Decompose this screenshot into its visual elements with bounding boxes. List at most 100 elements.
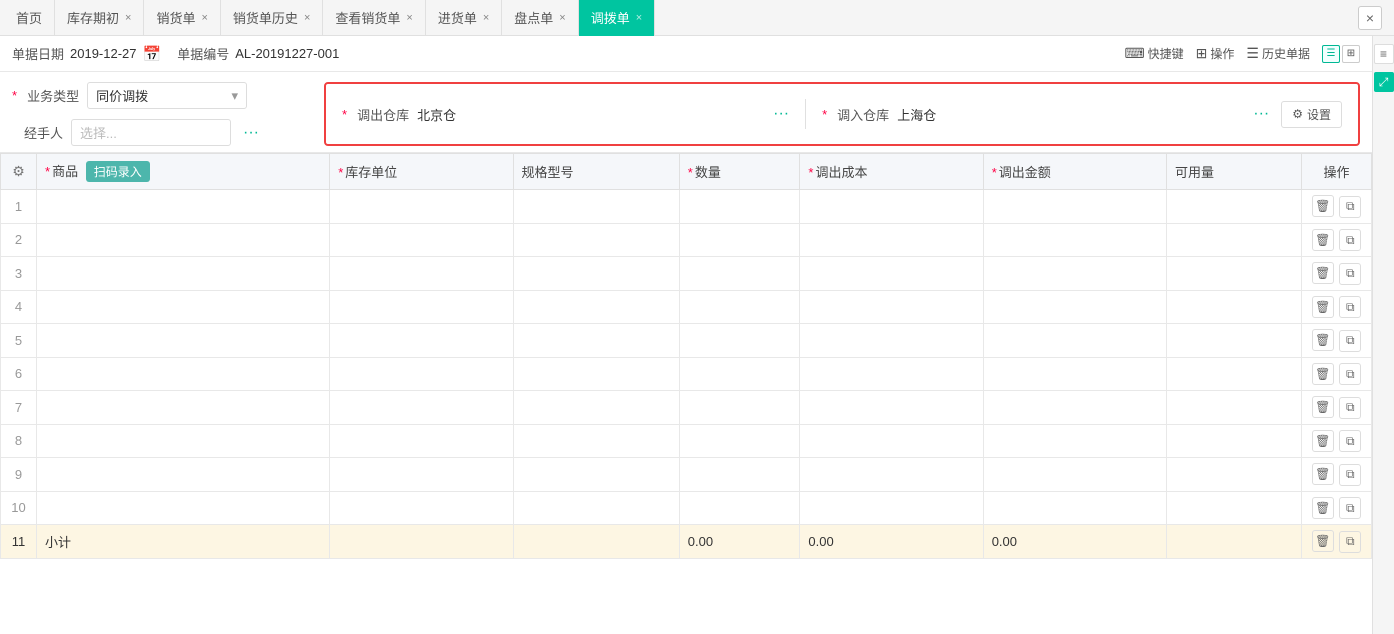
unit-cell[interactable] — [330, 324, 513, 358]
unit-cell[interactable] — [330, 223, 513, 257]
product-cell[interactable] — [37, 223, 330, 257]
spec-cell[interactable] — [513, 223, 679, 257]
quantity-cell[interactable] — [679, 190, 800, 224]
product-cell[interactable] — [37, 357, 330, 391]
cost-cell[interactable] — [800, 324, 983, 358]
tab-sales-history[interactable]: 销货单历史 × — [221, 0, 323, 36]
sidebar-list-icon[interactable]: ≡ — [1374, 44, 1394, 64]
cost-cell[interactable] — [800, 424, 983, 458]
business-type-select[interactable]: 同价调拨 ▾ — [87, 82, 247, 109]
cost-cell[interactable] — [800, 223, 983, 257]
cost-cell[interactable] — [800, 458, 983, 492]
delete-icon[interactable]: 🗑 — [1312, 262, 1334, 284]
amount-cell[interactable] — [983, 357, 1166, 391]
tab-stock-count[interactable]: 盘点单 × — [502, 0, 578, 36]
tab-sales-order-close[interactable]: × — [201, 12, 207, 24]
shortcut-button[interactable]: ⌨ 快捷键 — [1124, 45, 1183, 62]
tab-sales-history-close[interactable]: × — [304, 12, 310, 24]
product-cell[interactable] — [37, 257, 330, 291]
cost-cell[interactable] — [800, 391, 983, 425]
product-cell[interactable] — [37, 290, 330, 324]
unit-cell[interactable] — [330, 458, 513, 492]
copy-icon[interactable]: ⧉ — [1339, 296, 1361, 318]
unit-cell[interactable] — [330, 357, 513, 391]
copy-icon[interactable]: ⧉ — [1339, 397, 1361, 419]
delete-icon[interactable]: 🗑 — [1312, 463, 1334, 485]
amount-cell[interactable] — [983, 491, 1166, 525]
delete-icon[interactable]: 🗑 — [1312, 530, 1334, 552]
spec-cell[interactable] — [513, 391, 679, 425]
spec-cell[interactable] — [513, 357, 679, 391]
cost-cell[interactable] — [800, 357, 983, 391]
product-cell[interactable] — [37, 391, 330, 425]
handler-more-icon[interactable]: ··· — [243, 124, 259, 142]
copy-icon[interactable]: ⧉ — [1339, 263, 1361, 285]
tab-inventory-init-close[interactable]: × — [125, 12, 131, 24]
quantity-cell[interactable] — [679, 223, 800, 257]
sidebar-expand-icon[interactable]: ⤢ — [1374, 72, 1394, 92]
tab-sales-order[interactable]: 销货单 × — [144, 0, 220, 36]
amount-cell[interactable] — [983, 223, 1166, 257]
amount-cell[interactable] — [983, 257, 1166, 291]
tab-stock-count-close[interactable]: × — [559, 12, 565, 24]
spec-cell[interactable] — [513, 190, 679, 224]
setting-button[interactable]: ⚙ 设置 — [1281, 101, 1342, 128]
product-cell[interactable] — [37, 190, 330, 224]
quantity-cell[interactable] — [679, 324, 800, 358]
copy-icon[interactable]: ⧉ — [1339, 464, 1361, 486]
product-cell[interactable] — [37, 424, 330, 458]
copy-icon[interactable]: ⧉ — [1339, 531, 1361, 553]
amount-cell[interactable] — [983, 190, 1166, 224]
tab-view-sales-close[interactable]: × — [406, 12, 412, 24]
cost-cell[interactable] — [800, 190, 983, 224]
operation-button[interactable]: ⊞ 操作 — [1196, 45, 1235, 62]
spec-cell[interactable] — [513, 424, 679, 458]
tab-home[interactable]: 首页 — [4, 0, 55, 36]
amount-cell[interactable] — [983, 458, 1166, 492]
table-gear-icon[interactable]: ⚙ — [12, 163, 25, 179]
delete-icon[interactable]: 🗑 — [1312, 396, 1334, 418]
tab-transfer[interactable]: 调拨单 × — [579, 0, 655, 36]
quantity-cell[interactable] — [679, 257, 800, 291]
unit-cell[interactable] — [330, 190, 513, 224]
copy-icon[interactable]: ⧉ — [1339, 363, 1361, 385]
copy-icon[interactable]: ⧉ — [1339, 330, 1361, 352]
unit-cell[interactable] — [330, 491, 513, 525]
spec-cell[interactable] — [513, 257, 679, 291]
layout-list-button[interactable]: ☰ — [1322, 45, 1340, 63]
scan-button[interactable]: 扫码录入 — [86, 161, 150, 182]
spec-cell[interactable] — [513, 290, 679, 324]
quantity-cell[interactable] — [679, 391, 800, 425]
quantity-cell[interactable] — [679, 491, 800, 525]
amount-cell[interactable] — [983, 324, 1166, 358]
quantity-cell[interactable] — [679, 290, 800, 324]
delete-icon[interactable]: 🗑 — [1312, 363, 1334, 385]
copy-icon[interactable]: ⧉ — [1339, 196, 1361, 218]
amount-cell[interactable] — [983, 290, 1166, 324]
delete-icon[interactable]: 🗑 — [1312, 329, 1334, 351]
window-close-button[interactable]: × — [1358, 6, 1382, 30]
product-cell[interactable] — [37, 458, 330, 492]
cost-cell[interactable] — [800, 257, 983, 291]
quantity-cell[interactable] — [679, 458, 800, 492]
unit-cell[interactable] — [330, 391, 513, 425]
delete-icon[interactable]: 🗑 — [1312, 497, 1334, 519]
quantity-cell[interactable] — [679, 357, 800, 391]
delete-icon[interactable]: 🗑 — [1312, 229, 1334, 251]
product-cell[interactable] — [37, 491, 330, 525]
delete-icon[interactable]: 🗑 — [1312, 296, 1334, 318]
amount-cell[interactable] — [983, 391, 1166, 425]
tab-purchase-order[interactable]: 进货单 × — [426, 0, 502, 36]
amount-cell[interactable] — [983, 424, 1166, 458]
tab-view-sales[interactable]: 查看销货单 × — [323, 0, 425, 36]
wh-in-more-icon[interactable]: ··· — [1253, 105, 1269, 123]
unit-cell[interactable] — [330, 290, 513, 324]
copy-icon[interactable]: ⧉ — [1339, 497, 1361, 519]
quantity-cell[interactable] — [679, 424, 800, 458]
history-button[interactable]: ☰ 历史单据 — [1246, 45, 1310, 62]
cost-cell[interactable] — [800, 290, 983, 324]
tab-inventory-init[interactable]: 库存期初 × — [55, 0, 144, 36]
tab-transfer-close[interactable]: × — [636, 12, 642, 24]
copy-icon[interactable]: ⧉ — [1339, 229, 1361, 251]
wh-out-more-icon[interactable]: ··· — [773, 105, 789, 123]
